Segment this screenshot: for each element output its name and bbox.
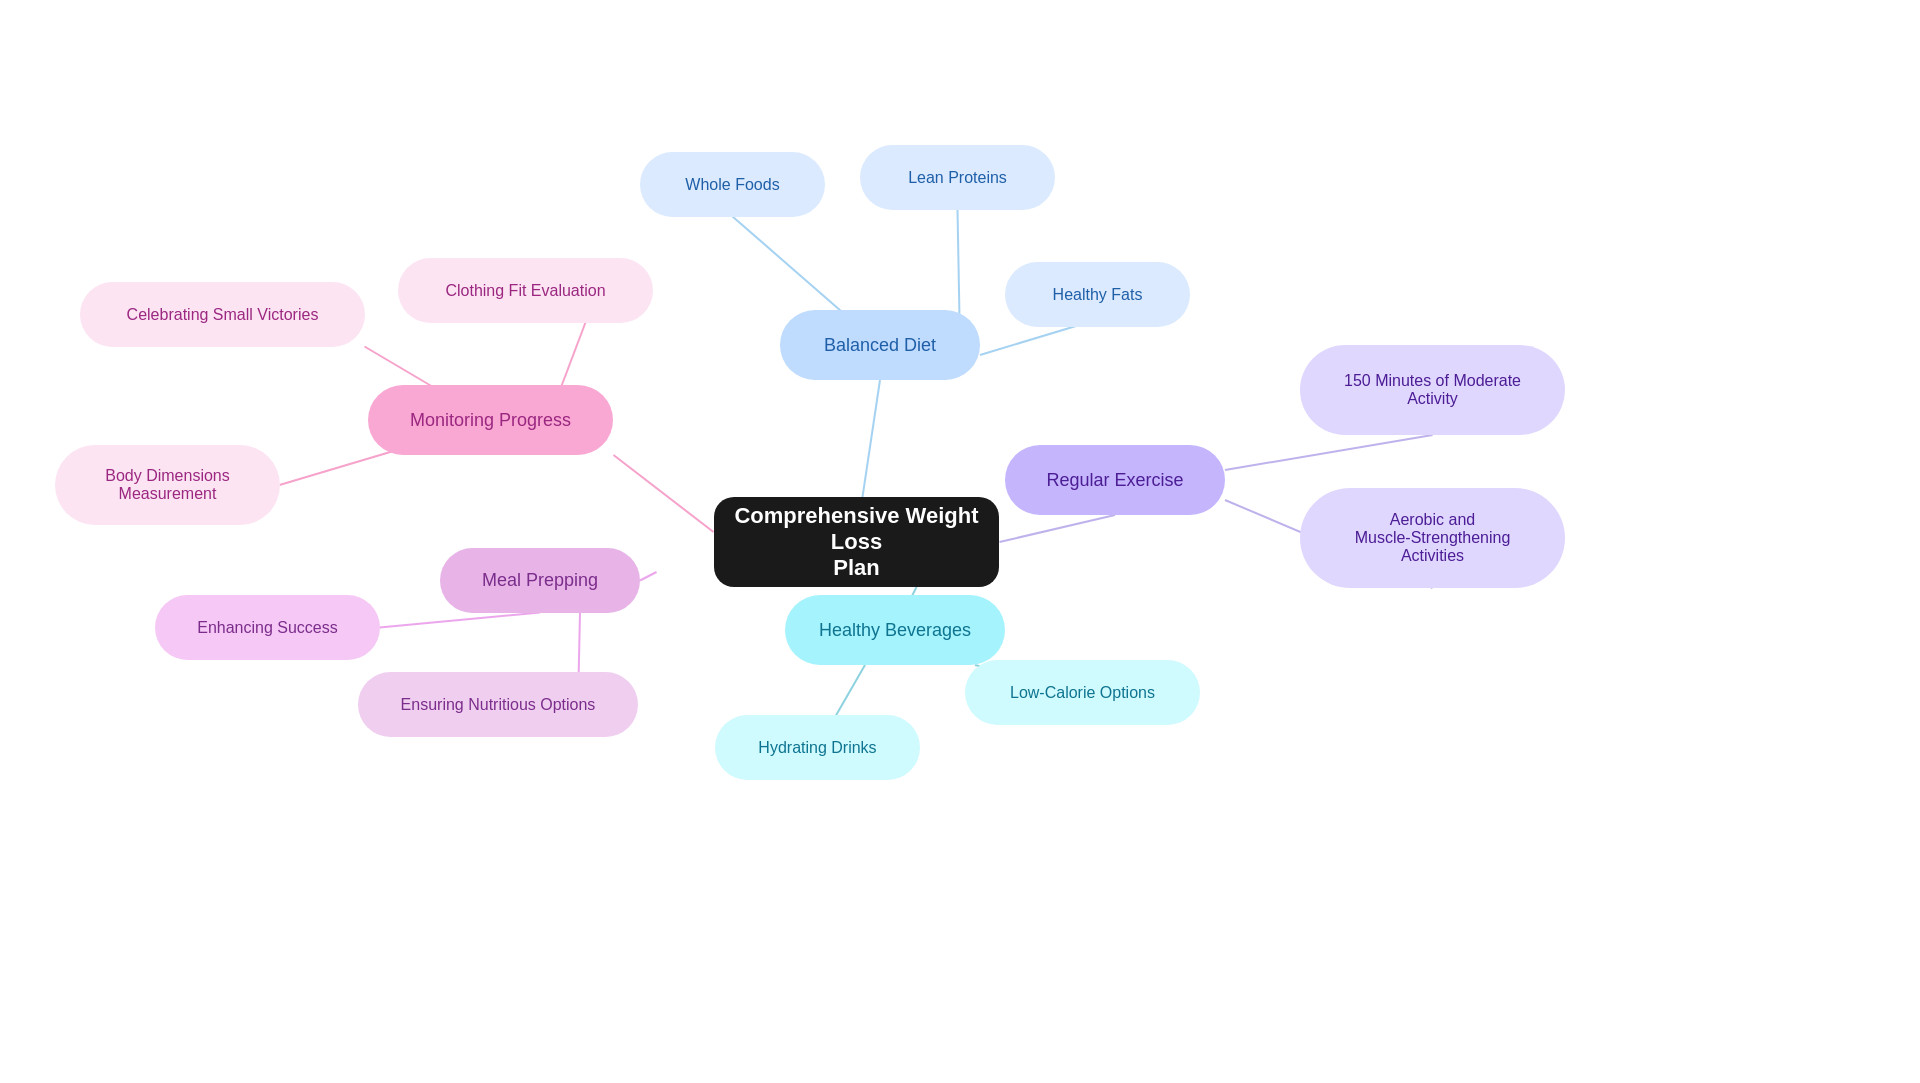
regular-exercise-node[interactable]: Regular Exercise: [1005, 445, 1225, 515]
body-dimensions-node[interactable]: Body Dimensions Measurement: [55, 445, 280, 525]
monitoring-progress-label: Monitoring Progress: [410, 410, 571, 431]
healthy-beverages-node[interactable]: Healthy Beverages: [785, 595, 1005, 665]
svg-line-4: [1000, 515, 1116, 542]
meal-prepping-label: Meal Prepping: [482, 570, 598, 591]
svg-line-5: [1225, 435, 1433, 470]
svg-line-14: [640, 572, 657, 581]
healthy-beverages-label: Healthy Beverages: [819, 620, 971, 641]
body-dimensions-label: Body Dimensions Measurement: [105, 467, 230, 503]
svg-line-15: [380, 613, 541, 628]
celebrating-node[interactable]: Celebrating Small Victories: [80, 282, 365, 347]
lean-proteins-node[interactable]: Lean Proteins: [860, 145, 1055, 210]
enhancing-success-node[interactable]: Enhancing Success: [155, 595, 380, 660]
center-label: Comprehensive Weight Loss Plan: [734, 503, 979, 581]
low-calorie-node[interactable]: Low-Calorie Options: [965, 660, 1200, 725]
balanced-diet-label: Balanced Diet: [824, 335, 936, 356]
center-node[interactable]: Comprehensive Weight Loss Plan: [714, 497, 999, 587]
ensuring-nutritious-label: Ensuring Nutritious Options: [401, 696, 596, 714]
low-calorie-label: Low-Calorie Options: [1010, 684, 1155, 702]
celebrating-label: Celebrating Small Victories: [127, 306, 319, 324]
clothing-fit-node[interactable]: Clothing Fit Evaluation: [398, 258, 653, 323]
clothing-fit-label: Clothing Fit Evaluation: [445, 282, 605, 300]
monitoring-progress-node[interactable]: Monitoring Progress: [368, 385, 613, 455]
hydrating-drinks-node[interactable]: Hydrating Drinks: [715, 715, 920, 780]
balanced-diet-node[interactable]: Balanced Diet: [780, 310, 980, 380]
lean-proteins-label: Lean Proteins: [908, 169, 1007, 187]
whole-foods-node[interactable]: Whole Foods: [640, 152, 825, 217]
svg-line-10: [614, 455, 714, 532]
regular-exercise-label: Regular Exercise: [1046, 470, 1183, 491]
ensuring-nutritious-node[interactable]: Ensuring Nutritious Options: [358, 672, 638, 737]
aerobic-label: Aerobic and Muscle-Strengthening Activit…: [1355, 511, 1511, 565]
healthy-fats-label: Healthy Fats: [1053, 286, 1143, 304]
moderate-activity-node[interactable]: 150 Minutes of Moderate Activity: [1300, 345, 1565, 435]
healthy-fats-node[interactable]: Healthy Fats: [1005, 262, 1190, 327]
hydrating-drinks-label: Hydrating Drinks: [758, 739, 876, 757]
meal-prepping-node[interactable]: Meal Prepping: [440, 548, 640, 613]
whole-foods-label: Whole Foods: [685, 176, 779, 194]
enhancing-success-label: Enhancing Success: [197, 619, 338, 637]
aerobic-node[interactable]: Aerobic and Muscle-Strengthening Activit…: [1300, 488, 1565, 588]
moderate-activity-label: 150 Minutes of Moderate Activity: [1320, 372, 1545, 408]
